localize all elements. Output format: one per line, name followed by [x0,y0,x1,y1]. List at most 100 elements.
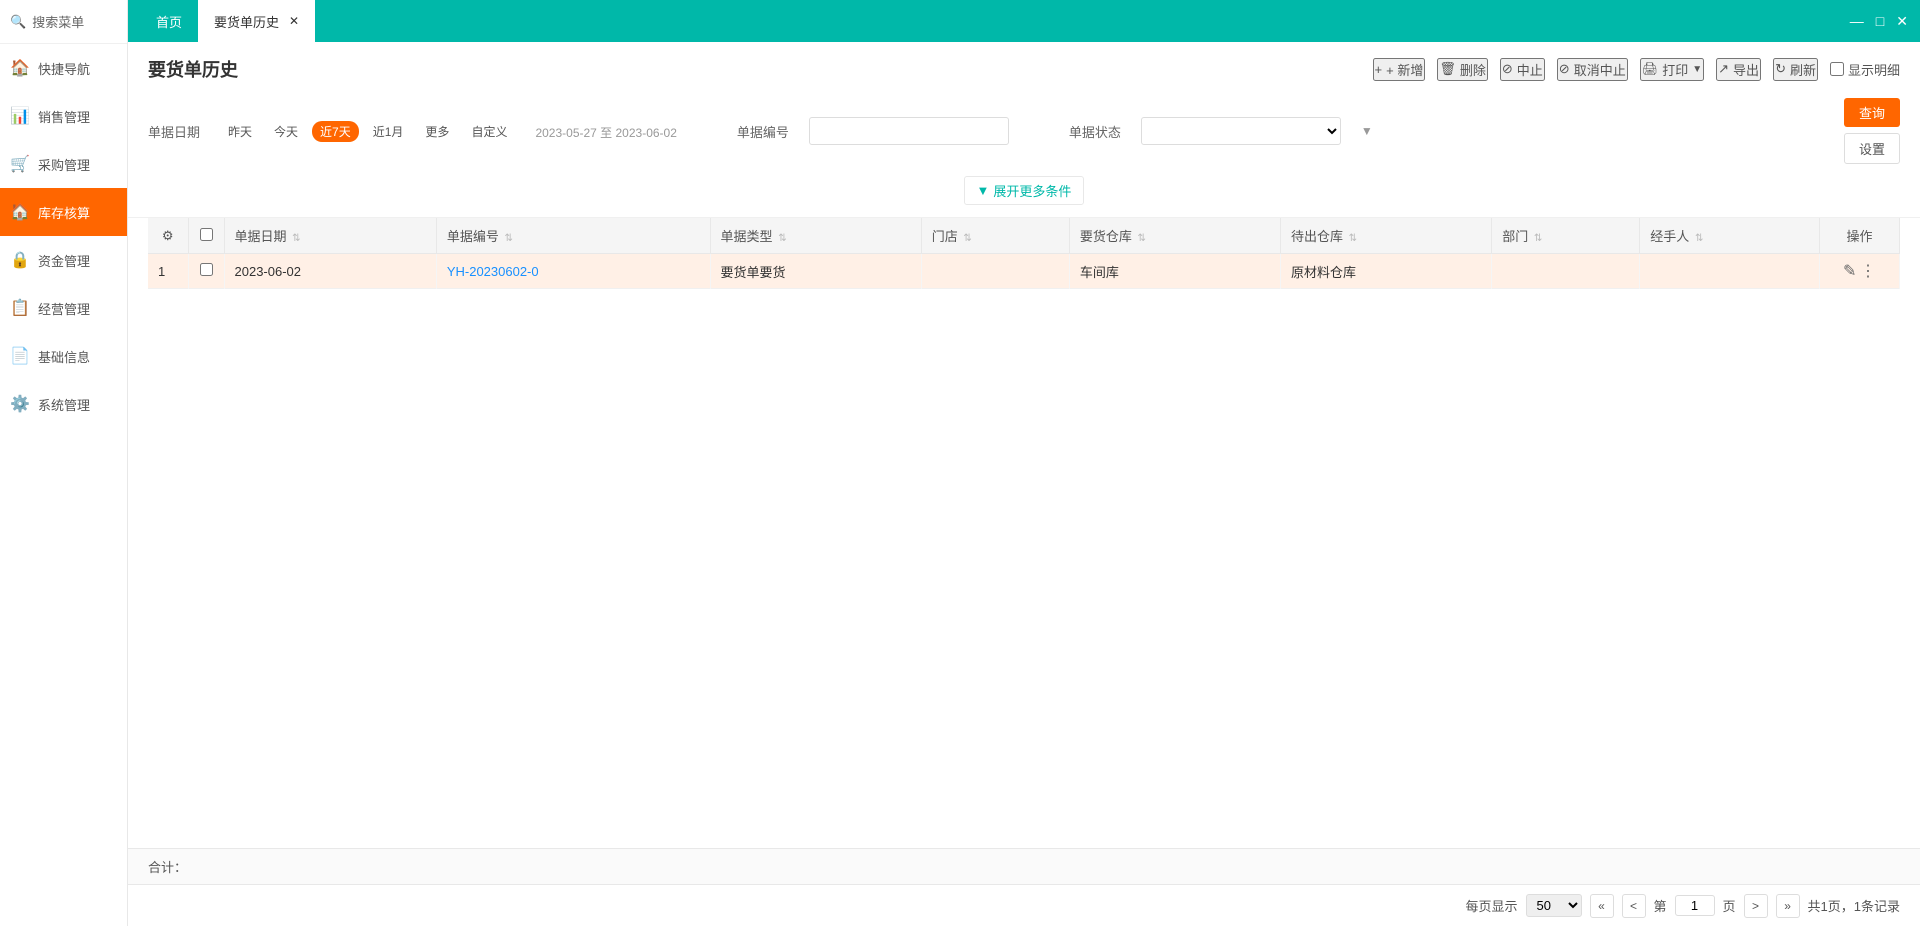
sort-icon: ⇅ [1695,233,1703,244]
edit-icon[interactable]: ✎ [1843,263,1856,280]
next-page-button[interactable]: > [1744,894,1768,918]
col-store-label: 门店 [932,229,958,244]
prev-page-button[interactable]: < [1622,894,1646,918]
sidebar-item-finance[interactable]: 🔒 资金管理 [0,236,127,284]
sort-icon: ⇅ [1534,233,1542,244]
col-pending-warehouse-label: 待出仓库 [1291,229,1343,244]
sidebar-search[interactable]: 🔍 搜索菜单 [0,0,127,44]
date-chip-more[interactable]: 更多 [417,121,457,142]
cell-store [921,254,1069,289]
more-ops-icon[interactable]: ⋮ [1860,263,1876,280]
minimize-icon[interactable]: — [1850,13,1864,29]
col-ops: 操作 [1820,218,1900,254]
plus-icon: + [1375,62,1383,77]
settings-button[interactable]: 设置 [1844,133,1900,164]
expand-conditions-button[interactable]: ▼ 展开更多条件 [964,176,1085,205]
date-range-container: 2023-05-27 至 2023-06-02 [535,122,676,141]
col-handler[interactable]: 经手人 ⇅ [1640,218,1820,254]
cell-index: 1 [148,254,188,289]
date-chip-custom[interactable]: 自定义 [463,121,515,142]
delete-label: 删除 [1460,60,1486,79]
show-detail-toggle[interactable]: 显示明细 [1830,60,1900,79]
stop-button[interactable]: ⊘ 中止 [1500,58,1545,81]
sidebar-item-label: 快捷导航 [38,59,90,78]
col-bill-no[interactable]: 单据编号 ⇅ [436,218,710,254]
cell-bill-date: 2023-06-02 [224,254,436,289]
col-dept-label: 部门 [1502,229,1528,244]
select-all-checkbox[interactable] [200,228,213,241]
delete-button[interactable]: 🗑 删除 [1437,58,1488,81]
col-bill-date-label: 单据日期 [235,229,287,244]
status-select[interactable] [1141,117,1341,145]
col-bill-date[interactable]: 单据日期 ⇅ [224,218,436,254]
sidebar-item-purchase[interactable]: 🛒 采购管理 [0,140,127,188]
lock-icon: 🔒 [10,250,30,270]
col-pending-warehouse[interactable]: 待出仓库 ⇅ [1281,218,1492,254]
content-area: 要货单历史 + + 新增 🗑 删除 ⊘ 中止 ⊘ 取消中止 [128,42,1920,926]
bill-no-link[interactable]: YH-20230602-0 [447,264,539,279]
page-suffix: 页 [1723,896,1736,915]
cancel-stop-button[interactable]: ⊘ 取消中止 [1557,58,1628,81]
export-icon: ↗ [1718,61,1729,77]
expand-label: 展开更多条件 [993,181,1071,200]
topbar-window-controls: — □ ✕ [1850,0,1908,42]
data-table: ⚙ 单据日期 ⇅ 单据编号 ⇅ [148,218,1900,289]
cell-pending-warehouse: 原材料仓库 [1281,254,1492,289]
sidebar-item-inventory[interactable]: 🏠 库存核算 [0,188,127,236]
col-dept[interactable]: 部门 ⇅ [1492,218,1640,254]
new-button[interactable]: + + 新增 [1373,58,1426,81]
date-chip-7days[interactable]: 近7天 [312,121,359,142]
show-detail-checkbox[interactable] [1830,62,1844,76]
bill-no-label: 单据编号 [737,122,789,141]
refresh-button[interactable]: ↻ 刷新 [1773,58,1818,81]
cell-req-warehouse: 车间库 [1069,254,1280,289]
tab-requisition-label: 要货单历史 [214,12,279,31]
date-chip-1month[interactable]: 近1月 [365,121,412,142]
sidebar-item-basic-info[interactable]: 📄 基础信息 [0,332,127,380]
query-button[interactable]: 查询 [1844,98,1900,127]
expand-row: ▼ 展开更多条件 [148,172,1900,209]
cell-bill-no[interactable]: YH-20230602-0 [436,254,710,289]
settings-col-icon[interactable]: ⚙ [162,228,174,243]
col-bill-type[interactable]: 单据类型 ⇅ [710,218,921,254]
row-checkbox[interactable] [200,263,213,276]
col-check[interactable] [188,218,224,254]
cell-check[interactable] [188,254,224,289]
col-req-warehouse[interactable]: 要货仓库 ⇅ [1069,218,1280,254]
export-button[interactable]: ↗ 导出 [1716,58,1761,81]
status-dropdown-arrow[interactable]: ▼ [1361,124,1373,138]
page-size-select[interactable]: 50 20 100 [1526,894,1582,917]
page-input[interactable] [1675,895,1715,916]
col-settings[interactable]: ⚙ [148,218,188,254]
sidebar-item-quick-nav[interactable]: 🏠 快捷导航 [0,44,127,92]
sidebar-item-sales[interactable]: 📊 销售管理 [0,92,127,140]
close-icon[interactable]: ✕ [1896,13,1908,30]
sort-icon: ⇅ [778,233,786,244]
date-chip-today[interactable]: 今天 [266,121,306,142]
cell-bill-type: 要货单要货 [710,254,921,289]
table-row[interactable]: 1 2023-06-02 YH-20230602-0 要货单要货 车间库 原材料… [148,254,1900,289]
cell-handler [1640,254,1820,289]
sidebar-item-label: 销售管理 [38,107,90,126]
sidebar-item-operations[interactable]: 📋 经营管理 [0,284,127,332]
sidebar-item-label: 库存核算 [38,203,90,222]
filter-row-1: 单据日期 昨天 今天 近7天 近1月 更多 自定义 2023-05-27 至 2… [148,98,1900,164]
print-dropdown-icon: ▼ [1692,64,1702,75]
maximize-icon[interactable]: □ [1876,13,1884,29]
print-button[interactable]: 🖨 打印 ▼ [1640,58,1704,81]
sidebar-item-system[interactable]: ⚙️ 系统管理 [0,380,127,428]
tab-requisition-history[interactable]: 要货单历史 ✕ [198,0,315,42]
sort-icon: ⇅ [1137,233,1145,244]
filter-area: 单据日期 昨天 今天 近7天 近1月 更多 自定义 2023-05-27 至 2… [128,90,1920,218]
tab-home[interactable]: 首页 [140,0,198,42]
tab-close-icon[interactable]: ✕ [289,14,299,28]
col-store[interactable]: 门店 ⇅ [921,218,1069,254]
first-page-button[interactable]: « [1590,894,1614,918]
date-chip-yesterday[interactable]: 昨天 [220,121,260,142]
last-page-button[interactable]: » [1776,894,1800,918]
clipboard-icon: 📋 [10,298,30,318]
cell-dept [1492,254,1640,289]
bill-no-input[interactable] [809,117,1009,145]
col-req-warehouse-label: 要货仓库 [1080,229,1132,244]
table-header: ⚙ 单据日期 ⇅ 单据编号 ⇅ [148,218,1900,254]
